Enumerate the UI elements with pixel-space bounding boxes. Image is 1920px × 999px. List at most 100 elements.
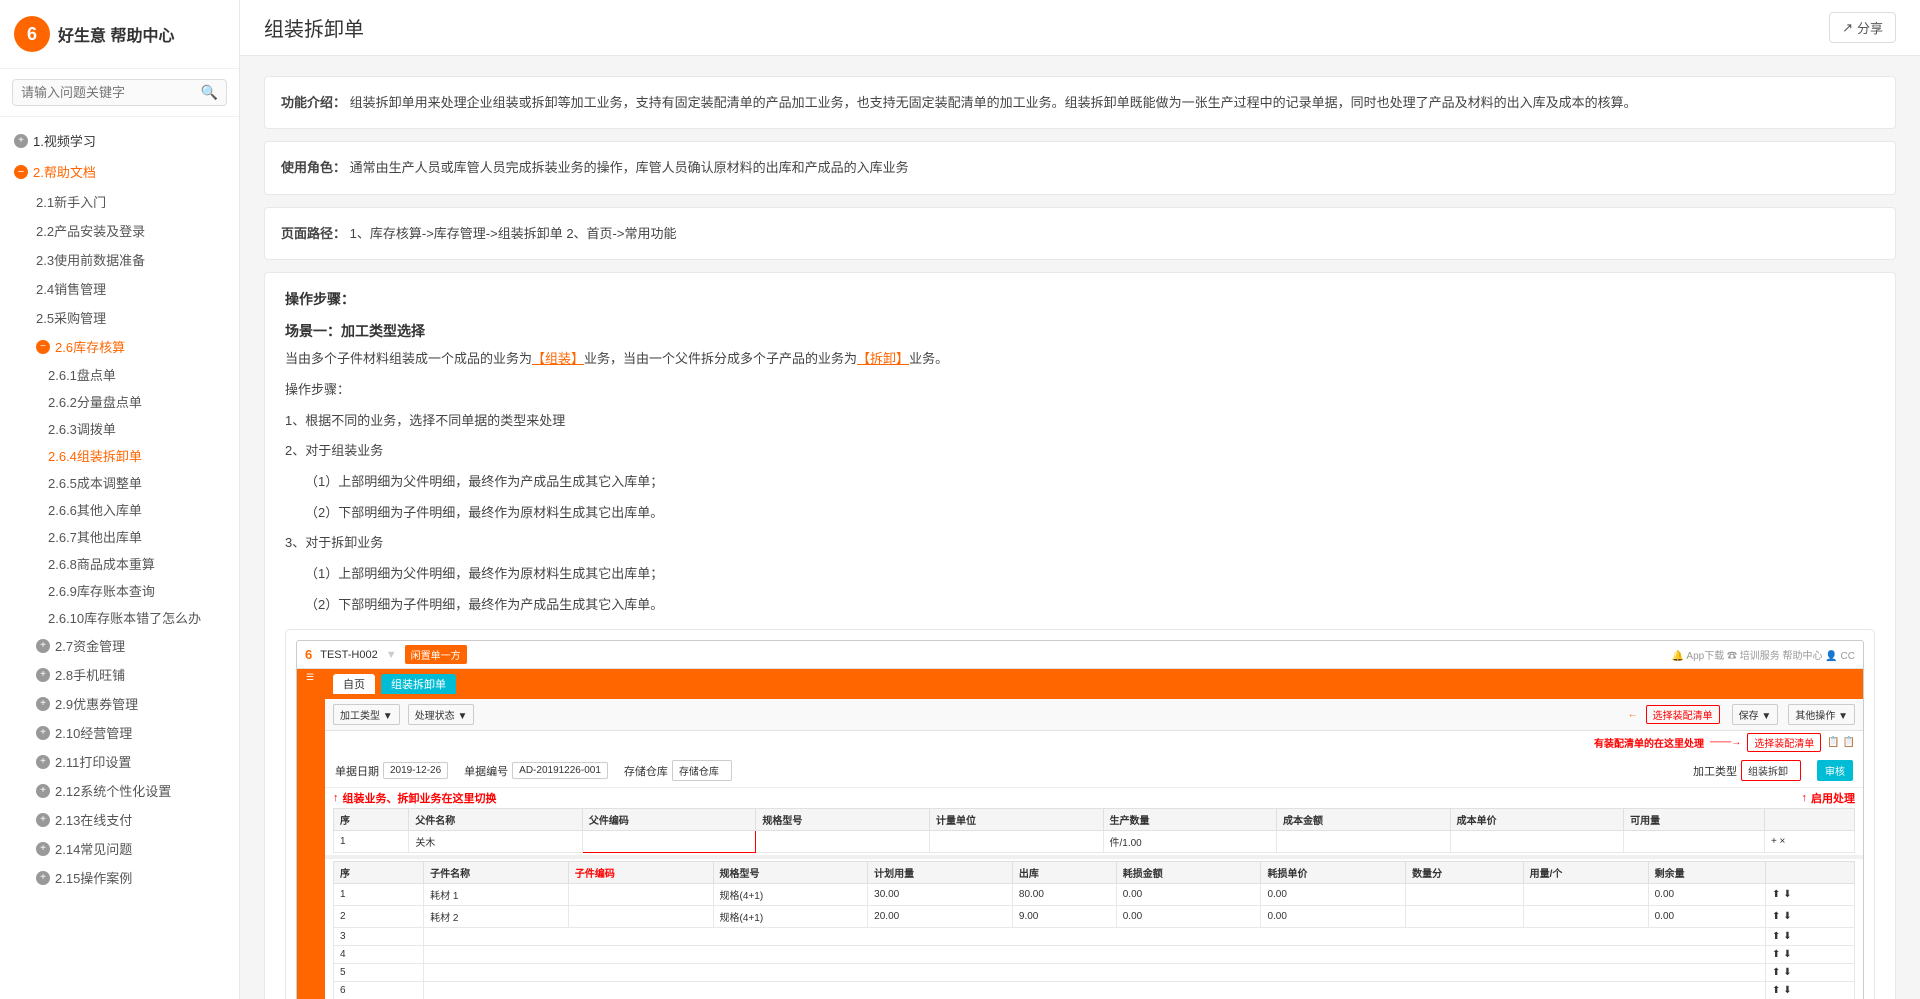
table-row: 6 ⬆ ⬇ bbox=[334, 982, 1855, 999]
search-icon[interactable]: 🔍 bbox=[201, 84, 218, 101]
role-label: 使用角色： bbox=[281, 160, 346, 175]
sidebar-item-cat269[interactable]: 2.6.9库存账本查询 bbox=[0, 577, 239, 604]
mock-arrow-icon1: ───→ bbox=[1710, 737, 1741, 748]
mock-lower-table: 序 子件名称 子件编码 规格型号 计划用量 出库 耗损金额 耗损单价 bbox=[333, 861, 1855, 999]
mock-annotation-row1: 有装配清单的在这里处理 ───→ 选择装配清单 📋 📋 bbox=[333, 733, 1855, 752]
search-area: 🔍 bbox=[0, 69, 239, 117]
sidebar-item-cat2[interactable]: − 2.帮助文档 bbox=[0, 156, 239, 187]
search-box: 🔍 bbox=[12, 79, 227, 106]
mock-sub-remain2: 0.00 bbox=[1648, 906, 1765, 928]
mock-storage-value: 存储仓库 bbox=[672, 760, 732, 781]
share-label: 分享 bbox=[1857, 18, 1883, 37]
mock-sub-th-plan: 计划用量 bbox=[868, 862, 1013, 884]
scenario1-step3-sub1: （1）上部明细为父件明细，最终作为原材料生成其它出库单； bbox=[285, 562, 1875, 587]
scenario1-step3-sub2: （2）下部明细为子件明细，最终作为产成品生成其它入库单。 bbox=[285, 593, 1875, 618]
mock-content-area: 自页 组装拆卸单 加工类型 ▼ 处理状态 ▼ ← 选择装配清单 保存 ▼ bbox=[325, 669, 1863, 999]
sidebar-item-cat26[interactable]: − 2.6库存核算 bbox=[0, 332, 239, 361]
mock-filter-dropdown: 加工类型 ▼ bbox=[333, 704, 400, 725]
logo-area: 6 好生意 帮助中心 bbox=[0, 0, 239, 69]
mock-sub-empty3 bbox=[424, 928, 1766, 946]
mock-th-avail: 可用量 bbox=[1624, 809, 1765, 831]
mock-sub-remain1: 0.00 bbox=[1648, 884, 1765, 906]
mock-btn-selectbom: 选择装配清单 bbox=[1747, 733, 1821, 752]
sidebar-item-cat268[interactable]: 2.6.8商品成本重算 bbox=[0, 550, 239, 577]
mock-sub-ops1: ⬆ ⬇ bbox=[1766, 884, 1855, 906]
mock-save-btn: 保存 ▼ bbox=[1732, 704, 1779, 725]
sidebar-item-cat29[interactable]: + 2.9优惠券管理 bbox=[0, 689, 239, 718]
mock-field-date: 单据日期 2019-12-26 bbox=[335, 760, 448, 781]
sidebar-item-cat265[interactable]: 2.6.5成本调整单 bbox=[0, 469, 239, 496]
sidebar-item-cat211[interactable]: + 2.11打印设置 bbox=[0, 747, 239, 776]
mock-sub-th-perunit: 用量/个 bbox=[1523, 862, 1648, 884]
search-input[interactable] bbox=[21, 85, 201, 100]
sidebar-item-cat263[interactable]: 2.6.3调拨单 bbox=[0, 415, 239, 442]
mock-sub-ops5: ⬆ ⬇ bbox=[1766, 964, 1855, 982]
sidebar-item-cat2610[interactable]: 2.6.10库存账本错了怎么办 bbox=[0, 604, 239, 631]
steps-block: 操作步骤： 场景一：加工类型选择 当由多个子件材料组装成一个成品的业务为【组装】… bbox=[264, 272, 1896, 999]
mock-th-qty: 生产数量 bbox=[1103, 809, 1277, 831]
sidebar-item-cat28[interactable]: + 2.8手机旺铺 bbox=[0, 660, 239, 689]
mock-approve-btn[interactable]: 审核 bbox=[1817, 760, 1853, 781]
sidebar-item-cat266[interactable]: 2.6.6其他入库单 bbox=[0, 496, 239, 523]
mock-new-order-btn: 闲置单一方 bbox=[405, 645, 467, 664]
mock-td-unit1 bbox=[929, 831, 1103, 853]
sidebar-item-cat1[interactable]: + 1.视频学习 bbox=[0, 125, 239, 156]
steps-title: 操作步骤： bbox=[285, 289, 1875, 309]
mock-storage-label: 存储仓库 bbox=[624, 763, 668, 779]
mock-sub-th-remain: 剩余量 bbox=[1648, 862, 1765, 884]
mock-sub-th-qty-div: 数量分 bbox=[1406, 862, 1523, 884]
mock-ref-icons: 📋 📋 bbox=[1827, 737, 1855, 748]
share-button[interactable]: ↗ 分享 bbox=[1829, 12, 1896, 43]
mock-sub-loss2: 0.00 bbox=[1116, 906, 1261, 928]
mock-bizno-label: 单据编号 bbox=[464, 763, 508, 779]
sidebar-item-cat262[interactable]: 2.6.2分量盘点单 bbox=[0, 388, 239, 415]
sidebar-item-cat212[interactable]: + 2.12系统个性化设置 bbox=[0, 776, 239, 805]
mock-sub-th-ops bbox=[1766, 862, 1855, 884]
main-content: 组装拆卸单 ↗ 分享 功能介绍： 组装拆卸单用来处理企业组装或拆卸等加工业务，支… bbox=[240, 0, 1920, 999]
sidebar-item-cat264[interactable]: 2.6.4组装拆卸单 bbox=[0, 442, 239, 469]
mock-td-cost1 bbox=[1277, 831, 1451, 853]
sidebar-item-cat23[interactable]: 2.3使用前数据准备 bbox=[0, 245, 239, 274]
scenario1-desc1: 当由多个子件材料组装成一个成品的业务为【组装】业务，当由一个父件拆分成多个子产品… bbox=[285, 347, 1875, 372]
table-row: 3 ⬆ ⬇ bbox=[334, 928, 1855, 946]
path-text: 1、库存核算->库存管理->组装拆卸单 2、首页->常用功能 bbox=[350, 226, 677, 241]
sidebar-item-cat215[interactable]: + 2.15操作案例 bbox=[0, 863, 239, 892]
mock-sub-seq6: 6 bbox=[334, 982, 424, 999]
mock-td-code1 bbox=[582, 831, 756, 853]
scenario1-step3: 3、对于拆卸业务 bbox=[285, 531, 1875, 556]
expand-icon-cat211: + bbox=[36, 755, 50, 769]
mock-sub-ops4: ⬆ ⬇ bbox=[1766, 946, 1855, 964]
sidebar-item-cat213[interactable]: + 2.13在线支付 bbox=[0, 805, 239, 834]
sidebar-item-cat261[interactable]: 2.6.1盘点单 bbox=[0, 361, 239, 388]
mock-sub-plan2: 20.00 bbox=[868, 906, 1013, 928]
mock-th-seq: 序 bbox=[334, 809, 409, 831]
mock-annotation-right: ↑ 启用处理 bbox=[1802, 790, 1856, 806]
highlight-chaijou: 【拆卸】 bbox=[857, 351, 909, 366]
sidebar-cat26-label: 2.6库存核算 bbox=[55, 337, 125, 356]
mock-sub-th-out: 出库 bbox=[1012, 862, 1116, 884]
sidebar-item-cat267[interactable]: 2.6.7其他出库单 bbox=[0, 523, 239, 550]
sidebar-item-cat24[interactable]: 2.4销售管理 bbox=[0, 274, 239, 303]
table-row: 1 关木 件/1.00 bbox=[334, 831, 1855, 853]
expand-icon-cat28: + bbox=[36, 668, 50, 682]
sidebar-item-cat27[interactable]: + 2.7资金管理 bbox=[0, 631, 239, 660]
mock-lower-table-area: 序 子件名称 子件编码 规格型号 计划用量 出库 耗损金额 耗损单价 bbox=[325, 859, 1863, 999]
mock-upper-header-row: 序 父件名称 父件编码 规格型号 计量单位 生产数量 成本金额 成本单价 bbox=[334, 809, 1855, 831]
sidebar-item-cat22[interactable]: 2.2产品安装及登录 bbox=[0, 216, 239, 245]
mock-td-unitcost1 bbox=[1450, 831, 1624, 853]
sidebar-item-cat21[interactable]: 2.1新手入门 bbox=[0, 187, 239, 216]
sidebar-item-cat25[interactable]: 2.5采购管理 bbox=[0, 303, 239, 332]
mock-th-parent-name: 父件名称 bbox=[409, 809, 583, 831]
mock-sub-th-seq: 序 bbox=[334, 862, 424, 884]
logo-text: 好生意 帮助中心 bbox=[58, 22, 174, 46]
mock-form-spacer bbox=[748, 760, 1677, 781]
role-text: 通常由生产人员或库管人员完成拆装业务的操作，库管人员确认原材料的出库和产成品的入… bbox=[350, 160, 909, 175]
sidebar-item-cat214[interactable]: + 2.14常见问题 bbox=[0, 834, 239, 863]
expand-icon-cat210: + bbox=[36, 726, 50, 740]
sidebar-item-cat210[interactable]: + 2.10经营管理 bbox=[0, 718, 239, 747]
mock-annotation-text1: 有装配清单的在这里处理 bbox=[1594, 735, 1704, 750]
mock-sub-name1: 耗材 1 bbox=[424, 884, 569, 906]
mock-sub-seq2: 2 bbox=[334, 906, 424, 928]
expand-icon-cat213: + bbox=[36, 813, 50, 827]
mock-sub-name2: 耗材 2 bbox=[424, 906, 569, 928]
